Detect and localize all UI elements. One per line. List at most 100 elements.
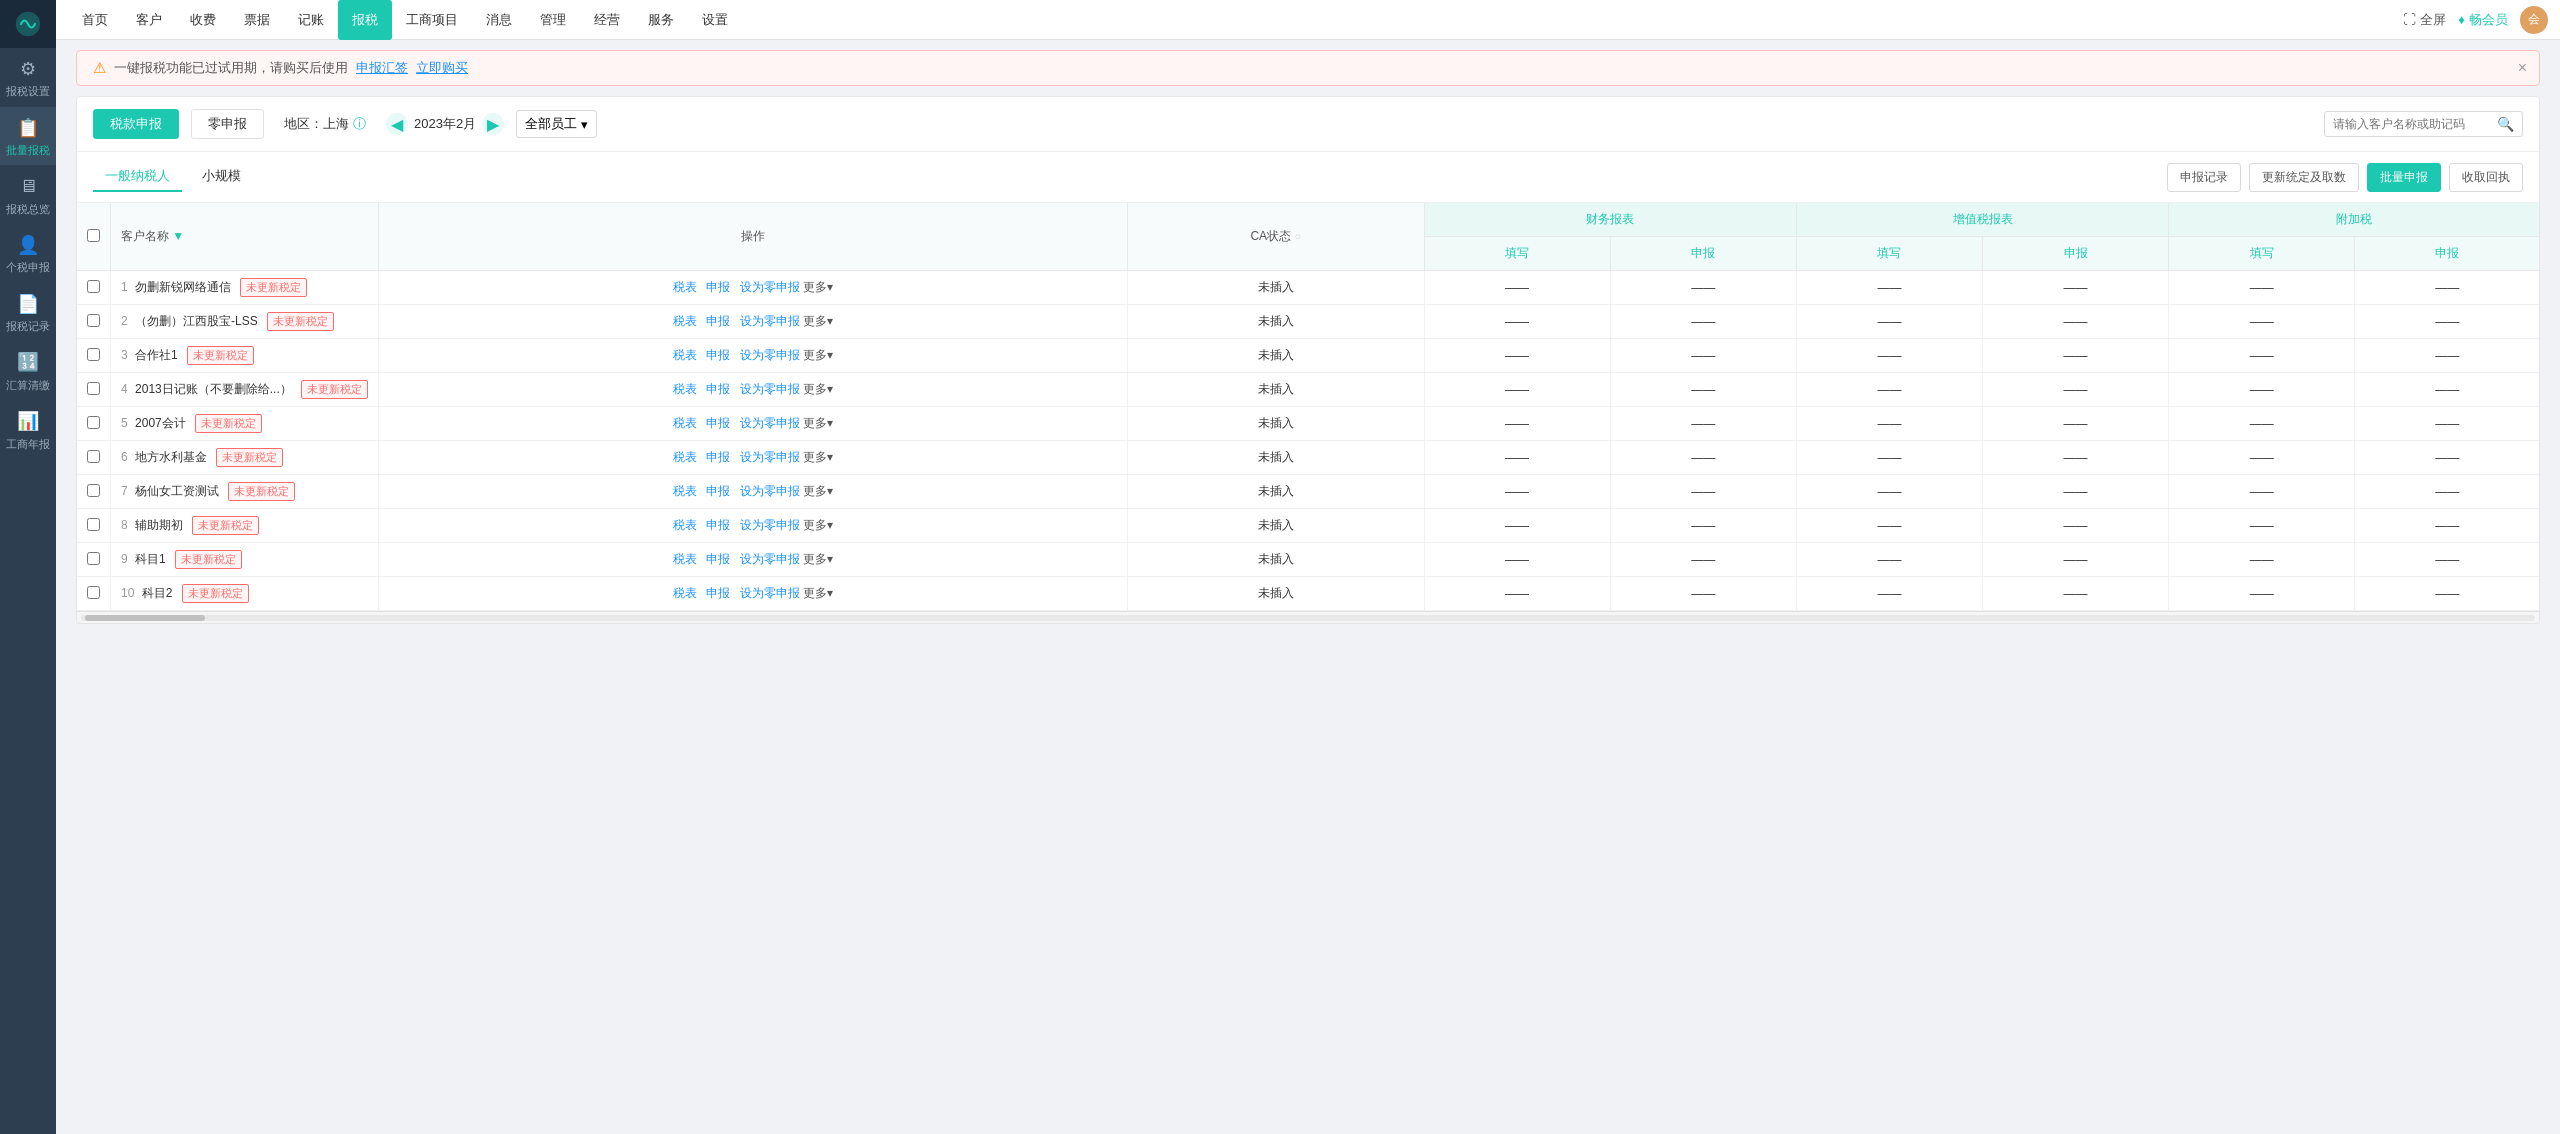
fullscreen-button[interactable]: ⛶ 全屏 [2403,11,2446,29]
row-ca-3: 未插入 [1128,373,1425,407]
op-apply-6[interactable]: 申报 [706,484,730,498]
nav-settings[interactable]: 设置 [688,0,742,40]
op-tax-form-8[interactable]: 税表 [673,552,697,566]
row-select-2[interactable] [87,348,100,361]
banner-close-button[interactable]: × [2518,59,2527,77]
op-apply-5[interactable]: 申报 [706,450,730,464]
nav-invoice[interactable]: 票据 [230,0,284,40]
op-tax-form-6[interactable]: 税表 [673,484,697,498]
scroll-thumb[interactable] [85,615,205,621]
row-finance-report-0: —— [1610,271,1796,305]
op-zero-apply-3[interactable]: 设为零申报 [740,382,800,396]
op-tax-form-3[interactable]: 税表 [673,382,697,396]
op-more-9[interactable]: 更多▾ [803,586,833,600]
retrieve-button[interactable]: 收取回执 [2449,163,2523,192]
row-select-1[interactable] [87,314,100,327]
op-more-1[interactable]: 更多▾ [803,314,833,328]
tab-tax-declaration[interactable]: 税款申报 [93,109,179,139]
nav-management[interactable]: 管理 [526,0,580,40]
select-all-checkbox[interactable] [87,229,100,242]
op-more-0[interactable]: 更多▾ [803,280,833,294]
nav-tax[interactable]: 报税 [338,0,392,40]
avatar[interactable]: 会 [2520,6,2548,34]
op-zero-apply-7[interactable]: 设为零申报 [740,518,800,532]
row-select-4[interactable] [87,416,100,429]
sidebar-item-batch-tax[interactable]: 📋 批量报税 [0,107,56,166]
op-zero-apply-9[interactable]: 设为零申报 [740,586,800,600]
op-tax-form-2[interactable]: 税表 [673,348,697,362]
member-button[interactable]: ♦ 畅会员 [2458,11,2508,29]
nav-operation[interactable]: 经营 [580,0,634,40]
op-zero-apply-4[interactable]: 设为零申报 [740,416,800,430]
op-zero-apply-6[interactable]: 设为零申报 [740,484,800,498]
col-vat-fill: 填写 [1796,237,1982,271]
op-apply-2[interactable]: 申报 [706,348,730,362]
op-apply-9[interactable]: 申报 [706,586,730,600]
op-apply-1[interactable]: 申报 [706,314,730,328]
nav-message[interactable]: 消息 [472,0,526,40]
op-more-4[interactable]: 更多▾ [803,416,833,430]
sidebar-item-tax-settings[interactable]: ⚙ 报税设置 [0,48,56,107]
row-ops-7: 税表 申报 设为零申报 更多▾ [379,509,1128,543]
sidebar-item-annual-report[interactable]: 📊 工商年报 [0,400,56,459]
op-tax-form-7[interactable]: 税表 [673,518,697,532]
op-zero-apply-1[interactable]: 设为零申报 [740,314,800,328]
row-select-7[interactable] [87,518,100,531]
sub-toolbar: 一般纳税人 小规模 申报记录 更新统定及取数 批量申报 收取回执 [77,152,2539,203]
next-date-button[interactable]: ▶ [482,113,504,135]
op-more-8[interactable]: 更多▾ [803,552,833,566]
op-apply-8[interactable]: 申报 [706,552,730,566]
op-tax-form-1[interactable]: 税表 [673,314,697,328]
nav-billing[interactable]: 收费 [176,0,230,40]
nav-service[interactable]: 服务 [634,0,688,40]
apply-record-button[interactable]: 申报记录 [2167,163,2241,192]
row-select-0[interactable] [87,280,100,293]
op-apply-3[interactable]: 申报 [706,382,730,396]
prev-date-button[interactable]: ◀ [386,113,408,135]
op-zero-apply-5[interactable]: 设为零申报 [740,450,800,464]
table-row: 3 合作社1 未更新税定 税表 申报 设为零申报 更多▾ 未插入 —— —— —… [77,339,2539,373]
op-apply-0[interactable]: 申报 [706,280,730,294]
row-select-3[interactable] [87,382,100,395]
op-zero-apply-0[interactable]: 设为零申报 [740,280,800,294]
dept-select[interactable]: 全部员工 ▾ [516,110,597,138]
op-zero-apply-8[interactable]: 设为零申报 [740,552,800,566]
op-more-6[interactable]: 更多▾ [803,484,833,498]
nav-home[interactable]: 首页 [68,0,122,40]
banner-link2[interactable]: 立即购买 [416,59,468,77]
sidebar-item-annual-settlement[interactable]: 🔢 汇算清缴 [0,341,56,400]
nav-accounting[interactable]: 记账 [284,0,338,40]
op-more-3[interactable]: 更多▾ [803,382,833,396]
row-select-9[interactable] [87,586,100,599]
row-ca-1: 未插入 [1128,305,1425,339]
row-select-8[interactable] [87,552,100,565]
sidebar-item-tax-overview[interactable]: 🖥 报税总览 [0,165,56,224]
batch-apply-button[interactable]: 批量申报 [2367,163,2441,192]
op-tax-form-5[interactable]: 税表 [673,450,697,464]
op-tax-form-4[interactable]: 税表 [673,416,697,430]
tab-small-scale[interactable]: 小规模 [190,162,253,192]
sidebar-item-personal-tax[interactable]: 👤 个税申报 [0,224,56,283]
banner-link1[interactable]: 申报汇签 [356,59,408,77]
op-more-2[interactable]: 更多▾ [803,348,833,362]
row-select-5[interactable] [87,450,100,463]
tab-general-taxpayer[interactable]: 一般纳税人 [93,162,182,192]
row-finance-fill-6: —— [1424,475,1610,509]
op-tax-form-9[interactable]: 税表 [673,586,697,600]
row-vat-fill-7: —— [1796,509,1982,543]
update-stats-button[interactable]: 更新统定及取数 [2249,163,2359,192]
op-apply-7[interactable]: 申报 [706,518,730,532]
row-add-fill-1: —— [2169,305,2355,339]
op-more-5[interactable]: 更多▾ [803,450,833,464]
nav-client[interactable]: 客户 [122,0,176,40]
op-more-7[interactable]: 更多▾ [803,518,833,532]
op-tax-form-0[interactable]: 税表 [673,280,697,294]
row-select-6[interactable] [87,484,100,497]
search-input[interactable] [2333,117,2493,131]
tab-zero-declaration[interactable]: 零申报 [191,109,264,139]
op-apply-4[interactable]: 申报 [706,416,730,430]
nav-business[interactable]: 工商项目 [392,0,472,40]
op-zero-apply-2[interactable]: 设为零申报 [740,348,800,362]
sidebar-item-tax-record[interactable]: 📄 报税记录 [0,283,56,342]
sidebar-item-tax-record-label: 报税记录 [6,319,50,333]
